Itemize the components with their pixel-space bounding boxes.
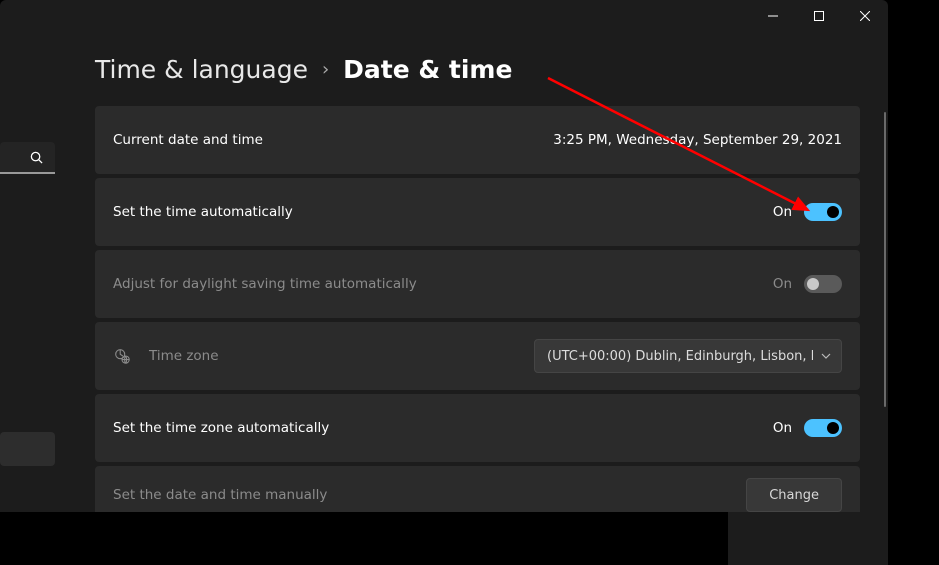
set-timezone-automatically-toggle[interactable] xyxy=(804,419,842,437)
maximize-button[interactable] xyxy=(796,0,842,32)
row-timezone: Time zone (UTC+00:00) Dublin, Edinburgh,… xyxy=(95,322,860,390)
settings-window: Time & language › Date & time Current da… xyxy=(0,0,888,565)
chevron-down-icon xyxy=(821,351,831,361)
row-set-timezone-automatically: Set the time zone automatically On xyxy=(95,394,860,462)
titlebar xyxy=(0,0,888,32)
scrollbar-thumb[interactable] xyxy=(884,112,886,407)
close-icon xyxy=(860,11,870,21)
globe-clock-icon xyxy=(113,347,131,365)
set-time-automatically-toggle[interactable] xyxy=(804,203,842,221)
timezone-selected-value: (UTC+00:00) Dublin, Edinburgh, Lisbon, L… xyxy=(547,349,813,364)
row-current-datetime: Current date and time 3:25 PM, Wednesday… xyxy=(95,106,860,174)
maximize-icon xyxy=(814,11,824,21)
toggle-state-label: On xyxy=(773,420,792,436)
toggle-state-label: On xyxy=(773,276,792,292)
row-label: Set the time automatically xyxy=(113,204,293,220)
row-adjust-dst: Adjust for daylight saving time automati… xyxy=(95,250,860,318)
adjust-dst-toggle[interactable] xyxy=(804,275,842,293)
row-label: Time zone xyxy=(149,348,219,364)
minimize-icon xyxy=(768,11,778,21)
row-set-time-automatically: Set the time automatically On xyxy=(95,178,860,246)
timezone-select[interactable]: (UTC+00:00) Dublin, Edinburgh, Lisbon, L… xyxy=(534,339,842,373)
row-label: Set the date and time manually xyxy=(113,487,327,503)
row-label: Adjust for daylight saving time automati… xyxy=(113,276,417,292)
row-label: Set the time zone automatically xyxy=(113,420,329,436)
current-datetime-value: 3:25 PM, Wednesday, September 29, 2021 xyxy=(553,132,842,148)
page-content: Time & language › Date & time Current da… xyxy=(95,55,860,565)
close-button[interactable] xyxy=(842,0,888,32)
breadcrumb-parent[interactable]: Time & language xyxy=(95,55,308,84)
search-icon xyxy=(30,151,43,164)
row-label: Current date and time xyxy=(113,132,263,148)
breadcrumb: Time & language › Date & time xyxy=(95,55,860,84)
toggle-state-label: On xyxy=(773,204,792,220)
chevron-right-icon: › xyxy=(322,59,329,80)
breadcrumb-current: Date & time xyxy=(343,55,512,84)
minimize-button[interactable] xyxy=(750,0,796,32)
search-input[interactable] xyxy=(0,142,55,174)
change-datetime-button[interactable]: Change xyxy=(746,478,842,512)
settings-list: Current date and time 3:25 PM, Wednesday… xyxy=(95,106,860,524)
sidebar-item-selected[interactable] xyxy=(0,432,55,466)
